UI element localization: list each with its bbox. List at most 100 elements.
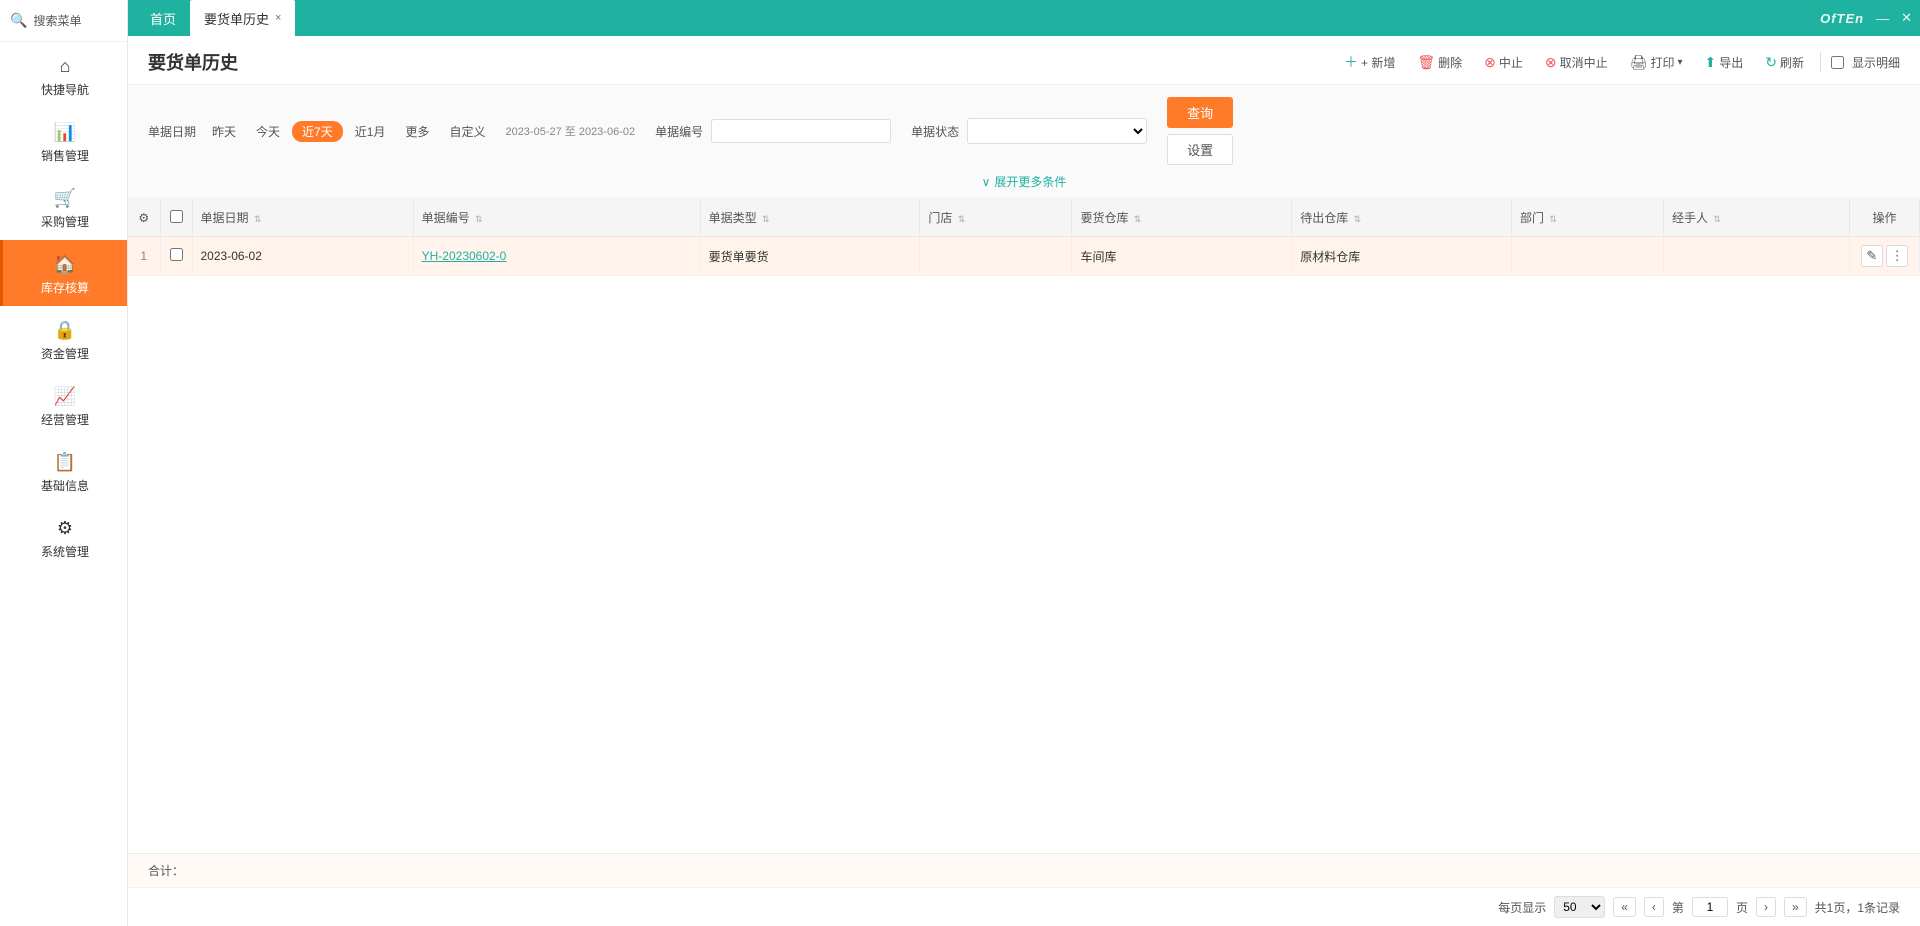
print-label: 打印	[1650, 54, 1674, 71]
sort-type-icon: ⇅	[762, 214, 770, 224]
sort-pending-warehouse-icon: ⇅	[1354, 214, 1362, 224]
sidebar-item-label: 系统管理	[41, 543, 89, 560]
next-page-button[interactable]: ›	[1756, 897, 1776, 917]
col-number[interactable]: 单据编号 ⇅	[413, 199, 700, 237]
row-checkbox[interactable]	[170, 248, 183, 261]
sidebar-item-label: 资金管理	[41, 345, 89, 362]
date-filter-group: 单据日期 昨天 今天 近7天 近1月 更多 自定义 2023-05-27 至 2…	[148, 121, 635, 142]
delete-label: 删除	[1438, 54, 1462, 71]
tab-requisition-history[interactable]: 要货单历史 ×	[190, 0, 295, 36]
row-checkbox-cell	[160, 237, 192, 276]
date-range-label: 2023-05-27 至 2023-06-02	[505, 123, 635, 139]
row-date: 2023-06-02	[192, 237, 413, 276]
home-icon: ⌂	[60, 56, 71, 77]
tab-requisition-history-label: 要货单历史	[204, 9, 269, 28]
sort-number-icon: ⇅	[475, 214, 483, 224]
sidebar-search-label: 搜索菜单	[33, 12, 81, 29]
sidebar-item-system[interactable]: ⚙ 系统管理	[0, 504, 127, 570]
last-page-button[interactable]: »	[1784, 897, 1807, 917]
chevron-down-icon: ∨	[982, 175, 991, 189]
date-more-btn[interactable]: 更多	[397, 121, 437, 142]
operation-icon: 📈	[54, 386, 76, 407]
col-store[interactable]: 门店 ⇅	[920, 199, 1072, 237]
sort-date-icon: ⇅	[254, 214, 262, 224]
date-custom-btn[interactable]: 自定义	[441, 121, 493, 142]
col-date[interactable]: 单据日期 ⇅	[192, 199, 413, 237]
prev-page-button[interactable]: ‹	[1644, 897, 1664, 917]
col-dept[interactable]: 部门 ⇅	[1511, 199, 1663, 237]
row-edit-button[interactable]: ✎	[1861, 245, 1883, 267]
tab-home[interactable]: 首页	[136, 0, 190, 36]
table-row: 1 2023-06-02 YH-20230602-0 要货单要货 车间库 原材料…	[128, 237, 1920, 276]
lock-icon: 🔒	[54, 320, 76, 341]
sidebar-item-purchase[interactable]: 🛒 采购管理	[0, 174, 127, 240]
col-settings[interactable]: ⚙	[128, 199, 160, 237]
brand-label: OfTEn	[1820, 11, 1864, 26]
row-more-button[interactable]: ⋮	[1886, 245, 1908, 267]
row-number-link[interactable]: YH-20230602-0	[422, 249, 507, 263]
refresh-button[interactable]: ↻ 刷新	[1759, 50, 1810, 75]
doc-status-label: 单据状态	[911, 123, 959, 140]
sidebar-item-inventory[interactable]: 🏠 库存核算	[0, 240, 127, 306]
date-yesterday-btn[interactable]: 昨天	[204, 121, 244, 142]
show-detail-button[interactable]: 显示明细	[1831, 54, 1900, 71]
sidebar-item-basic[interactable]: 📋 基础信息	[0, 438, 127, 504]
first-page-button[interactable]: «	[1613, 897, 1636, 917]
sidebar-item-finance[interactable]: 🔒 资金管理	[0, 306, 127, 372]
sidebar-item-label: 采购管理	[41, 213, 89, 230]
delete-button[interactable]: 🗑 删除	[1411, 50, 1468, 75]
select-all-checkbox[interactable]	[170, 210, 183, 223]
stop-button[interactable]: ⊗ 中止	[1478, 50, 1529, 75]
page-size-select[interactable]: 50 20 100	[1554, 896, 1605, 918]
col-req-warehouse[interactable]: 要货仓库 ⇅	[1072, 199, 1292, 237]
cancel-stop-button[interactable]: ⊗ 取消中止	[1539, 50, 1614, 75]
close-window-button[interactable]: ✕	[1901, 10, 1912, 26]
sidebar-item-label: 库存核算	[41, 279, 89, 296]
row-num: 1	[128, 237, 160, 276]
toolbar: ＋ + 新增 🗑 删除 ⊗ 中止 ⊗ 取消中止 🖨 打印	[1338, 48, 1900, 76]
col-pending-warehouse[interactable]: 待出仓库 ⇅	[1292, 199, 1512, 237]
sidebar-item-sales[interactable]: 📊 销售管理	[0, 108, 127, 174]
print-dropdown-icon[interactable]: ▾	[1677, 57, 1682, 68]
total-info: 共1页，1条记录	[1815, 899, 1900, 916]
date-today-btn[interactable]: 今天	[248, 121, 288, 142]
col-type[interactable]: 单据类型 ⇅	[700, 199, 920, 237]
cancel-icon: ⊗	[1545, 54, 1557, 71]
sidebar-search[interactable]: 🔍 搜索菜单	[0, 0, 127, 42]
date-last1month-btn[interactable]: 近1月	[347, 121, 394, 142]
settings-button[interactable]: 设置	[1167, 134, 1233, 165]
cancel-stop-label: 取消中止	[1560, 54, 1608, 71]
row-type: 要货单要货	[700, 237, 920, 276]
filter-row-1: 单据日期 昨天 今天 近7天 近1月 更多 自定义 2023-05-27 至 2…	[148, 97, 1900, 165]
sort-handler-icon: ⇅	[1713, 214, 1721, 224]
minimize-button[interactable]: —	[1876, 11, 1889, 26]
row-pending-warehouse: 原材料仓库	[1292, 237, 1512, 276]
table-footer: 合计：	[128, 853, 1920, 887]
table-area: ⚙ 单据日期 ⇅ 单据编号 ⇅ 单据类型	[128, 199, 1920, 853]
col-ops: 操作	[1850, 199, 1920, 237]
date-last7days-btn[interactable]: 近7天	[292, 121, 343, 142]
print-button[interactable]: 🖨 打印 ▾	[1624, 50, 1689, 75]
expand-button[interactable]: ∨ 展开更多条件	[982, 173, 1067, 190]
refresh-icon: ↻	[1765, 54, 1777, 71]
row-dept	[1511, 237, 1663, 276]
query-button[interactable]: 查询	[1167, 97, 1233, 128]
show-detail-checkbox[interactable]	[1831, 56, 1844, 69]
sidebar-item-label: 经营管理	[41, 411, 89, 428]
filter-area: 单据日期 昨天 今天 近7天 近1月 更多 自定义 2023-05-27 至 2…	[128, 85, 1920, 199]
page-input[interactable]	[1692, 897, 1728, 917]
total-label: 合计：	[148, 864, 184, 878]
new-button[interactable]: ＋ + 新增	[1338, 48, 1401, 76]
tab-close-icon[interactable]: ×	[275, 12, 281, 24]
date-filters: 昨天 今天 近7天 近1月 更多 自定义	[204, 121, 493, 142]
filter-actions: 查询 设置	[1167, 97, 1233, 165]
doc-number-input[interactable]	[711, 119, 891, 143]
sidebar-item-quick-nav[interactable]: ⌂ 快捷导航	[0, 42, 127, 108]
page-header: 要货单历史 ＋ + 新增 🗑 删除 ⊗ 中止 ⊗ 取消中止	[128, 36, 1920, 85]
doc-status-select[interactable]	[967, 118, 1147, 144]
sidebar-item-operation[interactable]: 📈 经营管理	[0, 372, 127, 438]
export-button[interactable]: ⬆ 导出	[1698, 50, 1749, 75]
col-handler[interactable]: 经手人 ⇅	[1664, 199, 1850, 237]
refresh-label: 刷新	[1780, 54, 1804, 71]
plus-icon: ＋	[1344, 52, 1358, 72]
